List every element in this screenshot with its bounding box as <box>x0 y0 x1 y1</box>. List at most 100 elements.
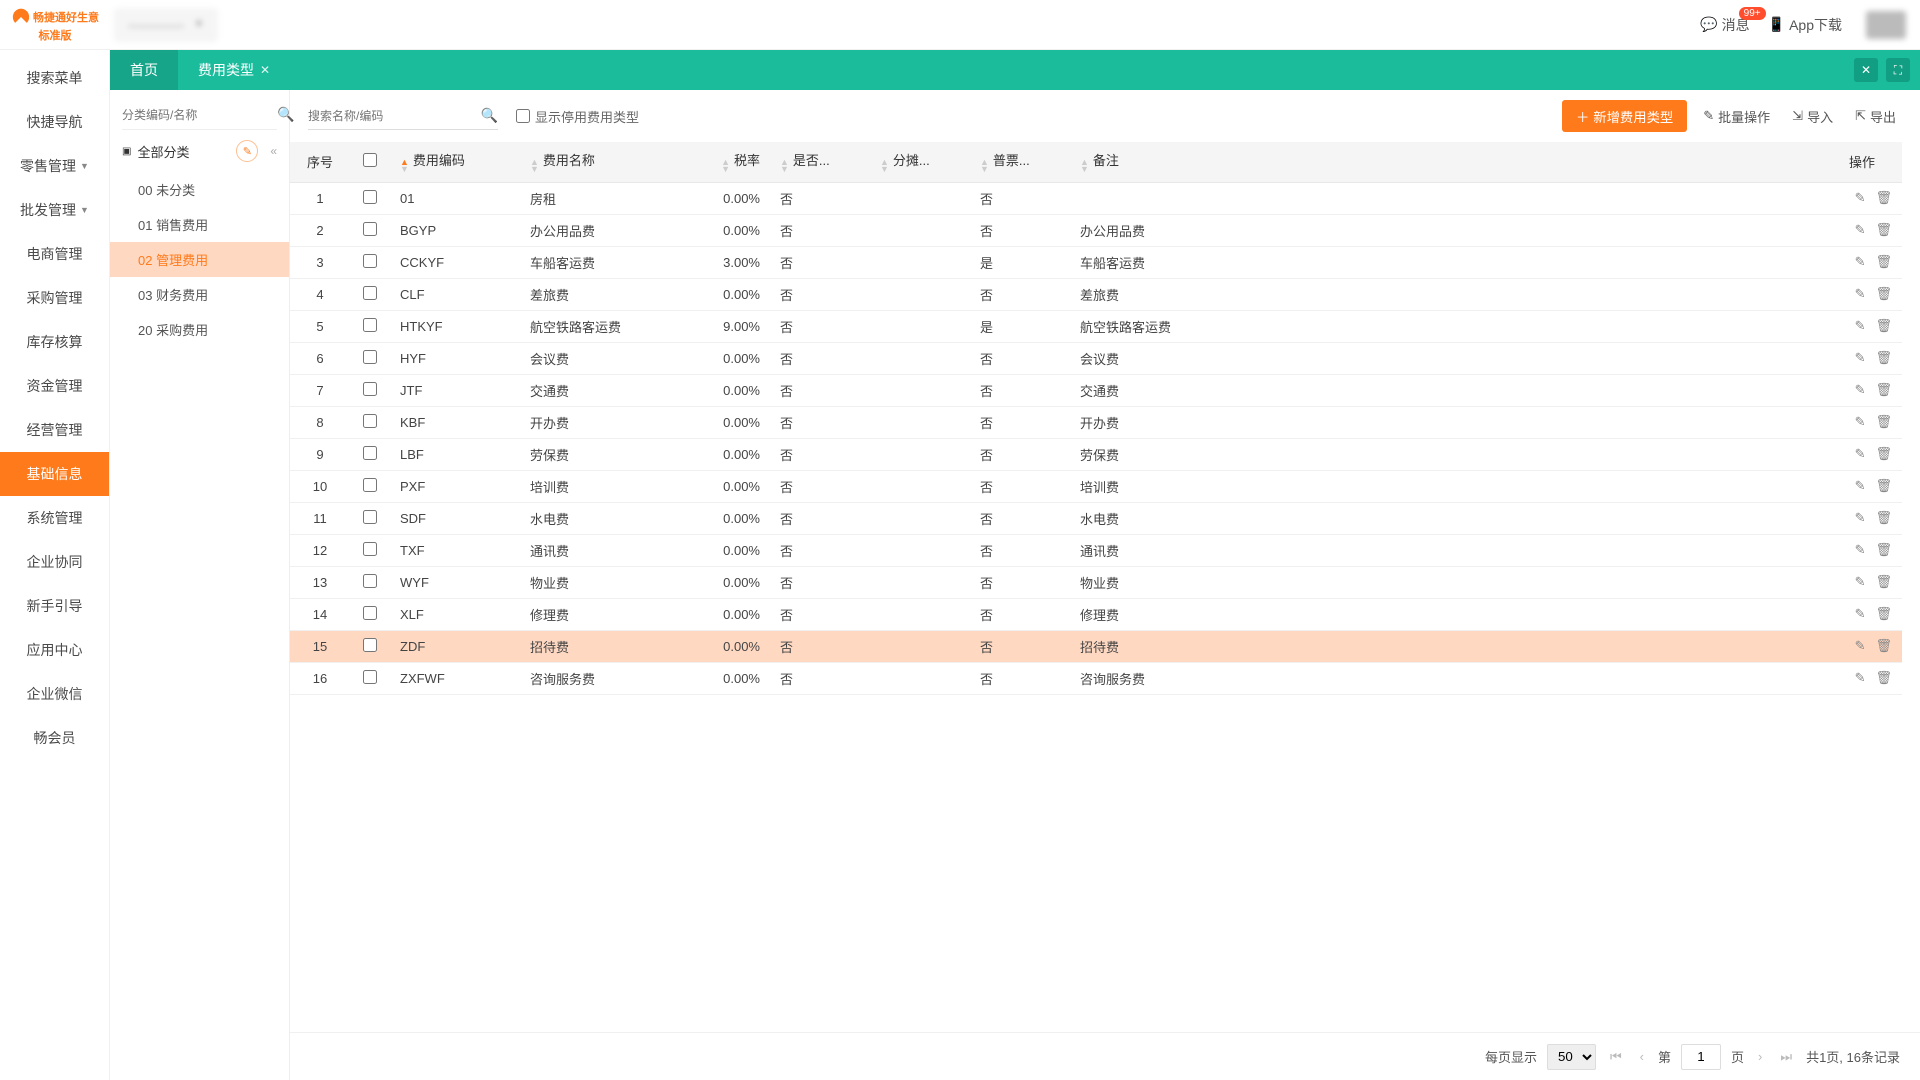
pager-last[interactable]: ⏭ <box>1776 1049 1796 1065</box>
nav-item-10[interactable]: 系统管理 <box>0 496 109 540</box>
delete-row-button[interactable]: 🗑 <box>1875 254 1892 270</box>
close-icon[interactable]: ✕ <box>260 63 270 77</box>
batch-ops-button[interactable]: ✎批量操作 <box>1697 107 1776 126</box>
nav-item-12[interactable]: 新手引导 <box>0 584 109 628</box>
col-index[interactable]: 序号 <box>290 142 350 182</box>
row-checkbox[interactable] <box>363 350 377 364</box>
row-checkbox[interactable] <box>363 382 377 396</box>
category-item-0[interactable]: 00 未分类 <box>110 172 289 207</box>
row-checkbox[interactable] <box>363 286 377 300</box>
edit-row-button[interactable]: ✎ <box>1855 478 1866 494</box>
nav-item-0[interactable]: 搜索菜单 <box>0 56 109 100</box>
search-icon[interactable]: 🔍 <box>481 107 498 124</box>
category-item-2[interactable]: 02 管理费用 <box>110 242 289 277</box>
edit-row-button[interactable]: ✎ <box>1855 382 1866 398</box>
tab-0[interactable]: 首页 <box>110 50 178 90</box>
export-button[interactable]: ⇱导出 <box>1849 107 1902 126</box>
edit-row-button[interactable]: ✎ <box>1855 670 1866 686</box>
edit-row-button[interactable]: ✎ <box>1855 446 1866 462</box>
search-icon[interactable]: 🔍 <box>277 106 294 123</box>
tree-toggle-icon[interactable]: ▣ <box>122 146 131 157</box>
edit-row-button[interactable]: ✎ <box>1855 318 1866 334</box>
delete-row-button[interactable]: 🗑 <box>1875 574 1892 590</box>
nav-item-4[interactable]: 电商管理 <box>0 232 109 276</box>
nav-item-15[interactable]: 畅会员 <box>0 716 109 760</box>
col-name[interactable]: ▲▼费用名称 <box>520 142 680 182</box>
edit-row-button[interactable]: ✎ <box>1855 286 1866 302</box>
edit-row-button[interactable]: ✎ <box>1855 350 1866 366</box>
table-row[interactable]: 10PXF培训费0.00%否否培训费✎🗑 <box>290 470 1902 502</box>
table-row[interactable]: 11SDF水电费0.00%否否水电费✎🗑 <box>290 502 1902 534</box>
pager-next[interactable]: › <box>1754 1049 1766 1064</box>
edit-category-button[interactable]: ✎ <box>236 140 258 162</box>
table-row[interactable]: 9LBF劳保费0.00%否否劳保费✎🗑 <box>290 438 1902 470</box>
row-checkbox[interactable] <box>363 254 377 268</box>
delete-row-button[interactable]: 🗑 <box>1875 670 1892 686</box>
delete-row-button[interactable]: 🗑 <box>1875 190 1892 206</box>
table-row[interactable]: 4CLF差旅费0.00%否否差旅费✎🗑 <box>290 278 1902 310</box>
table-row[interactable]: 15ZDF招待费0.00%否否招待费✎🗑 <box>290 630 1902 662</box>
category-item-3[interactable]: 03 财务费用 <box>110 277 289 312</box>
edit-row-button[interactable]: ✎ <box>1855 510 1866 526</box>
row-checkbox[interactable] <box>363 222 377 236</box>
company-selector[interactable]: ············ ▼ <box>114 8 218 42</box>
delete-row-button[interactable]: 🗑 <box>1875 382 1892 398</box>
row-checkbox[interactable] <box>363 318 377 332</box>
row-checkbox[interactable] <box>363 670 377 684</box>
table-row[interactable]: 5HTKYF航空铁路客运费9.00%否是航空铁路客运费✎🗑 <box>290 310 1902 342</box>
category-item-1[interactable]: 01 销售费用 <box>110 207 289 242</box>
edit-row-button[interactable]: ✎ <box>1855 638 1866 654</box>
category-item-4[interactable]: 20 采购费用 <box>110 312 289 347</box>
tab-close-button[interactable]: ✕ <box>1854 58 1878 82</box>
show-disabled-checkbox[interactable]: 显示停用费用类型 <box>516 107 639 126</box>
edit-row-button[interactable]: ✎ <box>1855 606 1866 622</box>
col-checkbox-all[interactable] <box>350 142 390 182</box>
delete-row-button[interactable]: 🗑 <box>1875 478 1892 494</box>
delete-row-button[interactable]: 🗑 <box>1875 542 1892 558</box>
delete-row-button[interactable]: 🗑 <box>1875 638 1892 654</box>
row-checkbox[interactable] <box>363 414 377 428</box>
user-avatar[interactable] <box>1866 11 1906 39</box>
category-search-input[interactable] <box>122 108 277 122</box>
table-row[interactable]: 6HYF会议费0.00%否否会议费✎🗑 <box>290 342 1902 374</box>
nav-item-2[interactable]: 零售管理▼ <box>0 144 109 188</box>
nav-item-5[interactable]: 采购管理 <box>0 276 109 320</box>
table-row[interactable]: 7JTF交通费0.00%否否交通费✎🗑 <box>290 374 1902 406</box>
row-checkbox[interactable] <box>363 574 377 588</box>
table-row[interactable]: 3CCKYF车船客运费3.00%否是车船客运费✎🗑 <box>290 246 1902 278</box>
col-is[interactable]: ▲▼是否... <box>770 142 870 182</box>
row-checkbox[interactable] <box>363 606 377 620</box>
tab-1[interactable]: 费用类型✕ <box>178 50 290 90</box>
row-checkbox[interactable] <box>363 446 377 460</box>
table-row[interactable]: 14XLF修理费0.00%否否修理费✎🗑 <box>290 598 1902 630</box>
delete-row-button[interactable]: 🗑 <box>1875 318 1892 334</box>
col-alloc[interactable]: ▲▼分摊... <box>870 142 970 182</box>
import-button[interactable]: ⇲导入 <box>1786 107 1839 126</box>
col-remark[interactable]: ▲▼备注 <box>1070 142 1822 182</box>
row-checkbox[interactable] <box>363 542 377 556</box>
delete-row-button[interactable]: 🗑 <box>1875 606 1892 622</box>
nav-item-3[interactable]: 批发管理▼ <box>0 188 109 232</box>
delete-row-button[interactable]: 🗑 <box>1875 222 1892 238</box>
edit-row-button[interactable]: ✎ <box>1855 190 1866 206</box>
table-row[interactable]: 12TXF通讯费0.00%否否通讯费✎🗑 <box>290 534 1902 566</box>
collapse-sidebar-button[interactable]: « <box>264 144 277 158</box>
col-code[interactable]: ▲▼费用编码 <box>390 142 520 182</box>
table-row[interactable]: 8KBF开办费0.00%否否开办费✎🗑 <box>290 406 1902 438</box>
pager-prev[interactable]: ‹ <box>1636 1049 1648 1064</box>
delete-row-button[interactable]: 🗑 <box>1875 510 1892 526</box>
table-row[interactable]: 101房租0.00%否否✎🗑 <box>290 182 1902 214</box>
nav-item-14[interactable]: 企业微信 <box>0 672 109 716</box>
pager-first[interactable]: ⏮ <box>1606 1049 1626 1065</box>
nav-item-7[interactable]: 资金管理 <box>0 364 109 408</box>
delete-row-button[interactable]: 🗑 <box>1875 446 1892 462</box>
pager-page-input[interactable] <box>1681 1044 1721 1070</box>
nav-item-9[interactable]: 基础信息 <box>0 452 109 496</box>
row-checkbox[interactable] <box>363 510 377 524</box>
all-categories-label[interactable]: 全部分类 <box>137 142 189 161</box>
messages-button[interactable]: 💬 消息 99+ <box>1700 15 1749 35</box>
delete-row-button[interactable]: 🗑 <box>1875 414 1892 430</box>
nav-item-1[interactable]: 快捷导航 <box>0 100 109 144</box>
edit-row-button[interactable]: ✎ <box>1855 222 1866 238</box>
per-page-select[interactable]: 50 <box>1547 1044 1596 1070</box>
